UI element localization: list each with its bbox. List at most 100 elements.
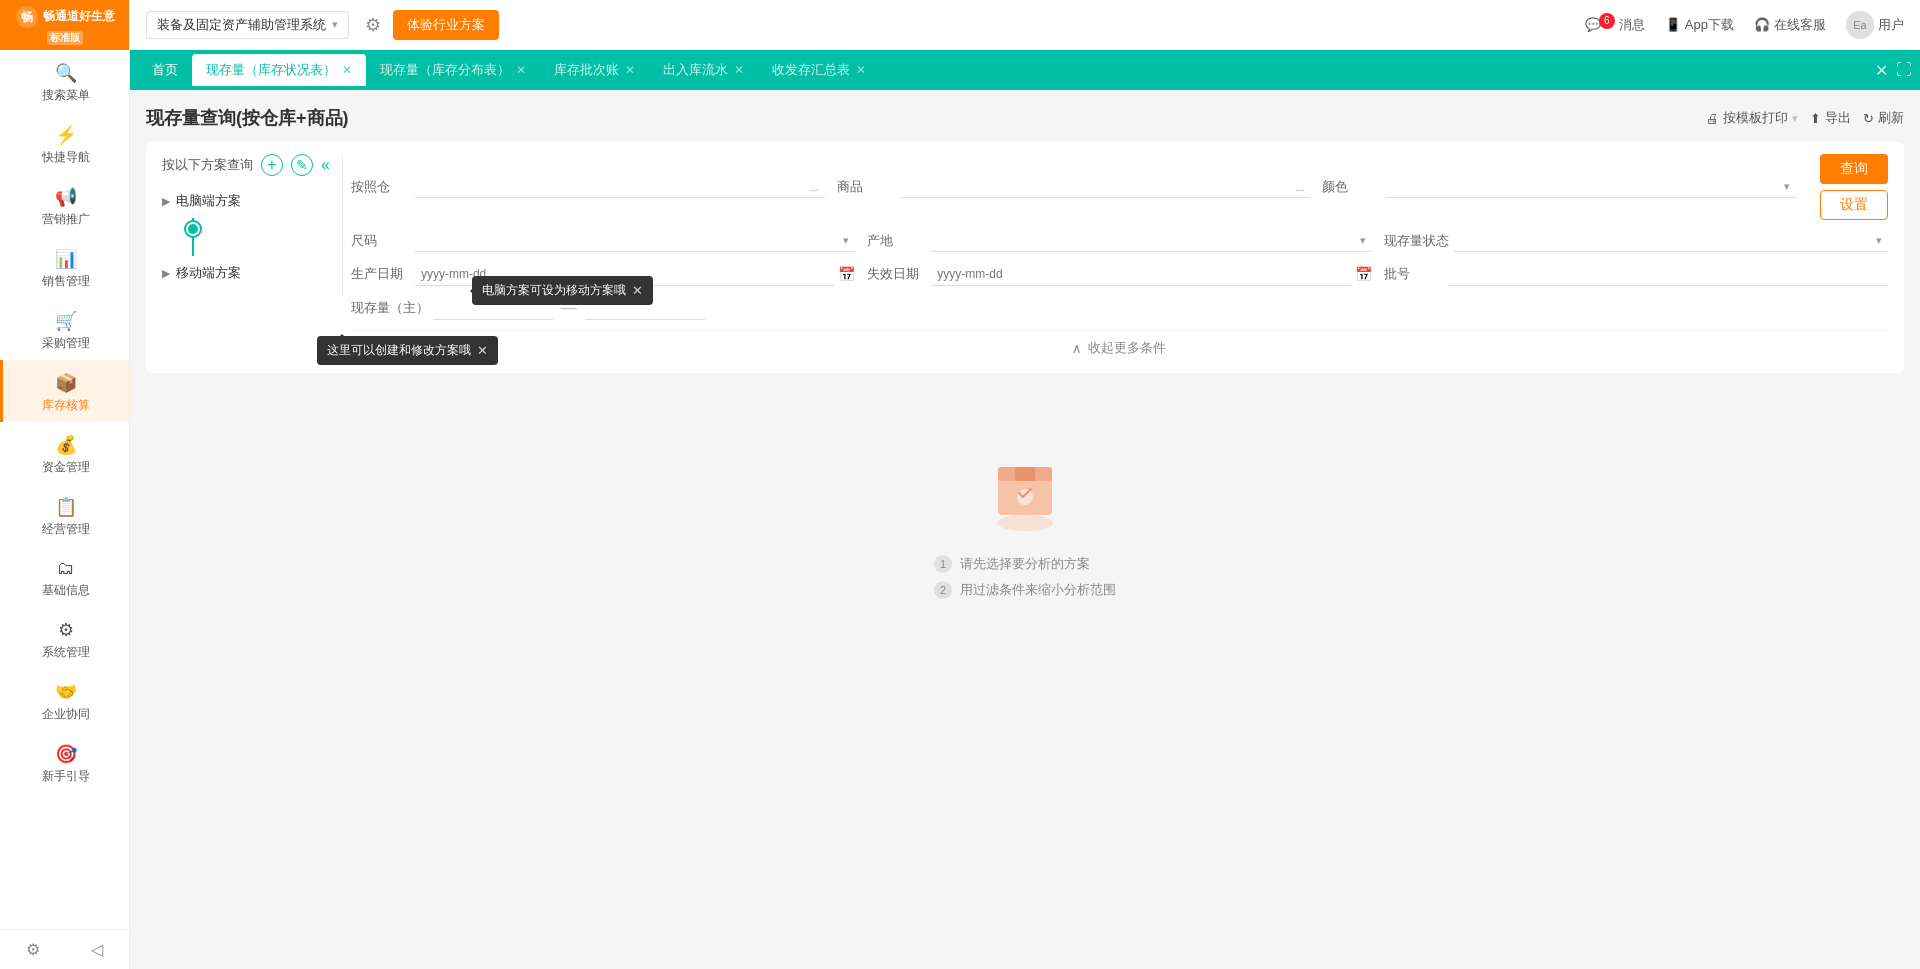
system-selector[interactable]: 装备及固定资产辅助管理系统 ▾: [146, 11, 349, 39]
settings-footer-btn[interactable]: ⚙: [26, 940, 40, 959]
tab-summary[interactable]: 收发存汇总表 ✕: [758, 54, 880, 86]
sidebar-item-management[interactable]: 📋 经营管理: [0, 484, 129, 546]
tab-close-icon[interactable]: ✕: [625, 63, 635, 77]
stock-status-select[interactable]: ▾: [1453, 230, 1888, 252]
calendar-start-icon[interactable]: 📅: [838, 266, 855, 282]
tab-flow[interactable]: 出入库流水 ✕: [649, 54, 758, 86]
tab-close-all-btn[interactable]: ✕: [1875, 61, 1888, 80]
filter-prev-btn[interactable]: «: [321, 156, 330, 174]
tab-close-icon[interactable]: ✕: [342, 63, 352, 77]
size-select-arrow: ▾: [843, 234, 849, 247]
sidebar-item-guide[interactable]: 🎯 新手引导: [0, 731, 129, 793]
size-select[interactable]: ▾: [415, 230, 855, 252]
tab-fullscreen-btn[interactable]: ⛶: [1896, 61, 1912, 79]
sidebar-item-finance[interactable]: 💰 资金管理: [0, 422, 129, 484]
sidebar-item-label: 经营管理: [42, 521, 90, 538]
empty-state: 1 请先选择要分析的方案 2 用过滤条件来缩小分析范围: [146, 385, 1904, 639]
refresh-btn[interactable]: ↻ 刷新: [1863, 109, 1904, 127]
sidebar-item-label: 销售管理: [42, 273, 90, 290]
scheme-mobile-label: 移动端方案: [176, 264, 241, 282]
sidebar-item-label: 新手引导: [42, 768, 90, 785]
origin-select[interactable]: ▾: [931, 230, 1371, 252]
topbar: 装备及固定资产辅助管理系统 ▾ ⚙ 体验行业方案 💬 6 消息 📱 App下载 …: [130, 0, 1920, 50]
sidebar-item-search[interactable]: 🔍 搜索菜单: [0, 50, 129, 112]
batch-label: 批号: [1384, 265, 1444, 283]
svg-text:Ea: Ea: [1853, 19, 1867, 31]
messages-label: 消息: [1619, 16, 1645, 34]
query-btn[interactable]: 查询: [1820, 154, 1888, 184]
tab-batch[interactable]: 库存批次账 ✕: [540, 54, 649, 86]
empty-hints: 1 请先选择要分析的方案 2 用过滤条件来缩小分析范围: [934, 555, 1116, 599]
tabbar: 首页 现存量（库存状况表） ✕ 现存量（库存分布表） ✕ 库存批次账 ✕ 出入库…: [130, 50, 1920, 90]
sidebar-item-inventory[interactable]: 📦 库存核算: [0, 360, 129, 422]
phone-icon: 📱: [1665, 17, 1681, 32]
filter-field-warehouse: 按照仓 ...: [351, 177, 825, 198]
sidebar-item-purchase[interactable]: 🛒 采购管理: [0, 298, 129, 360]
empty-hint-1: 1 请先选择要分析的方案: [934, 555, 1116, 573]
sidebar-item-system[interactable]: ⚙ 系统管理: [0, 607, 129, 669]
logo-title: 畅通道好生意: [43, 9, 115, 25]
online-support-btn[interactable]: 🎧 在线客服: [1754, 16, 1826, 34]
sidebar-item-label: 基础信息: [42, 582, 90, 599]
app-download-btn[interactable]: 📱 App下载: [1665, 16, 1734, 34]
tab-close-icon[interactable]: ✕: [856, 63, 866, 77]
goods-select[interactable]: ...: [901, 177, 1311, 198]
tab-flow-label: 出入库流水: [663, 61, 728, 79]
sidebar-item-sales[interactable]: 📊 销售管理: [0, 236, 129, 298]
tab-close-icon[interactable]: ✕: [734, 63, 744, 77]
reset-btn[interactable]: 设置: [1820, 190, 1888, 220]
filter-add-scheme-btn[interactable]: +: [261, 154, 283, 176]
tab-home[interactable]: 首页: [138, 54, 192, 86]
sidebar: 畅 畅通道好生意 标准版 🔍 搜索菜单 ⚡ 快捷导航 📢 营销推广 📊 销售管理…: [0, 0, 130, 969]
avatar-icon: Ea: [1846, 11, 1874, 39]
template-print-btn[interactable]: 🖨 按模板打印 ▾: [1706, 109, 1798, 127]
app-download-label: App下载: [1685, 16, 1734, 34]
sidebar-item-collab[interactable]: 🤝 企业协同: [0, 669, 129, 731]
sidebar-item-label: 系统管理: [42, 644, 90, 661]
industry-btn[interactable]: 体验行业方案: [393, 10, 499, 40]
tree-expand-icon: ▶: [162, 195, 170, 208]
sidebar-item-label: 库存核算: [42, 397, 90, 414]
messages-badge: 6: [1599, 13, 1615, 29]
sidebar-item-quicknav[interactable]: ⚡ 快捷导航: [0, 112, 129, 174]
export-btn[interactable]: ⬆ 导出: [1810, 109, 1851, 127]
svg-point-8: [1017, 489, 1033, 505]
user-label: 用户: [1878, 16, 1904, 34]
filter-edit-scheme-btn[interactable]: ✎: [291, 154, 313, 176]
tooltip-edit: 这里可以创建和修改方案哦 ✕: [317, 336, 498, 365]
sidebar-item-basic-info[interactable]: 🗂 基础信息: [0, 546, 129, 607]
settings-icon-btn[interactable]: ⚙: [365, 14, 381, 36]
user-menu[interactable]: Ea 用户: [1846, 11, 1904, 39]
collapse-bar[interactable]: ∧ 收起更多条件: [351, 330, 1888, 361]
warehouse-select[interactable]: ...: [415, 177, 825, 198]
sidebar-item-marketing[interactable]: 📢 营销推广: [0, 174, 129, 236]
expire-date-start[interactable]: [931, 263, 1350, 286]
batch-input[interactable]: [1448, 262, 1888, 286]
logo-badge: 标准版: [47, 31, 83, 45]
tooltip-edit-close[interactable]: ✕: [477, 343, 488, 358]
filter-field-batch: 批号: [1384, 262, 1888, 286]
export-icon: ⬆: [1810, 111, 1821, 126]
avatar: Ea: [1846, 11, 1874, 39]
template-print-label: 按模板打印: [1723, 109, 1788, 127]
filter-section-label: 按以下方案查询: [162, 156, 253, 174]
tooltip-scheme-close[interactable]: ✕: [632, 283, 643, 298]
chevron-print-icon: ▾: [1792, 112, 1798, 125]
tab-inventory-status[interactable]: 现存量（库存状况表） ✕: [192, 54, 366, 86]
tooltip-scheme-text: 电脑方案可设为移动方案哦: [482, 282, 626, 299]
scheme-tree-desktop[interactable]: ▶ 电脑端方案: [162, 188, 330, 214]
sidebar-item-label: 采购管理: [42, 335, 90, 352]
scheme-tree-mobile[interactable]: ▶ 移动端方案: [162, 260, 330, 286]
svg-text:畅: 畅: [21, 10, 33, 24]
messages-btn[interactable]: 💬 6 消息: [1585, 16, 1645, 34]
tab-inventory-dist[interactable]: 现存量（库存分布表） ✕: [366, 54, 540, 86]
topbar-right: 💬 6 消息 📱 App下载 🎧 在线客服 Ea 用户: [1585, 11, 1904, 39]
tab-close-icon[interactable]: ✕: [516, 63, 526, 77]
color-select[interactable]: ▾: [1386, 176, 1796, 198]
calendar-expire-icon[interactable]: 📅: [1355, 266, 1372, 282]
goods-label: 商品: [837, 178, 897, 196]
collapse-sidebar-btn[interactable]: ◁: [91, 940, 103, 959]
sidebar-item-label: 资金管理: [42, 459, 90, 476]
chevron-down-icon: ▾: [332, 18, 338, 31]
size-label: 尺码: [351, 232, 411, 250]
